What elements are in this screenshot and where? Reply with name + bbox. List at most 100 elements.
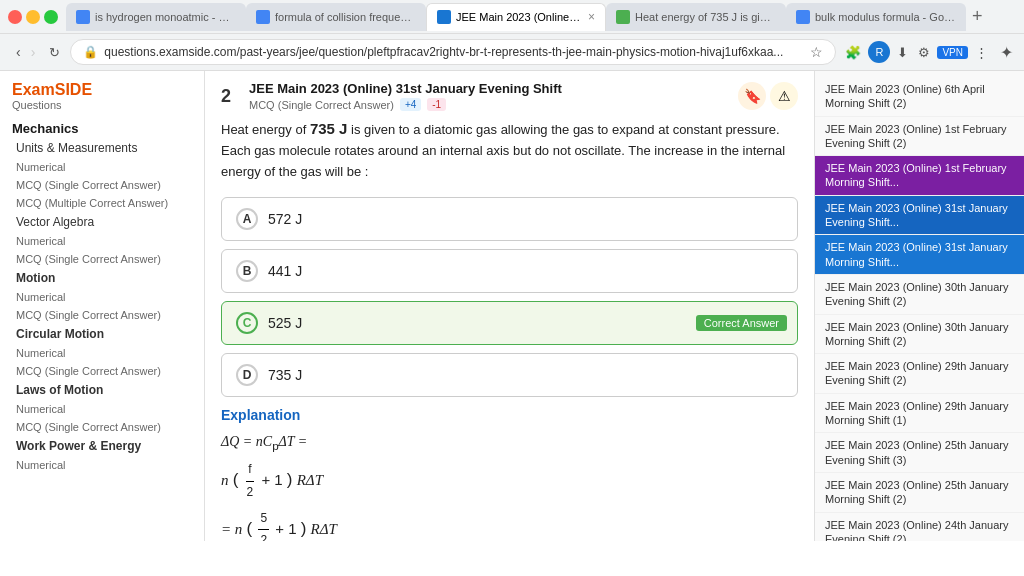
right-item-10[interactable]: JEE Main 2023 (Online) 25th January Morn… — [815, 473, 1024, 513]
sidebar-item-vector-algebra[interactable]: Vector Algebra — [0, 212, 204, 232]
question-meta: MCQ (Single Correct Answer) +4 -1 — [249, 98, 562, 111]
question-text-before: Heat energy of — [221, 122, 310, 137]
question-number: 2 — [221, 86, 241, 107]
sidebar-item-numerical-5[interactable]: Numerical — [0, 400, 204, 418]
tab-label-5: bulk modulus formula - Google Sea... — [815, 11, 956, 23]
lock-icon: 🔒 — [83, 45, 98, 59]
content-area: 2 JEE Main 2023 (Online) 31st January Ev… — [205, 71, 814, 541]
sidebar-header: ExamSIDE Questions — [0, 71, 204, 115]
right-item-9[interactable]: JEE Main 2023 (Online) 25th January Even… — [815, 433, 1024, 473]
tab-favicon-5 — [796, 10, 810, 24]
option-a[interactable]: A 572 J — [221, 197, 798, 241]
nav-arrows: ‹ › — [12, 42, 39, 62]
menu-button[interactable]: ⋮ — [972, 42, 991, 63]
sidebar: ExamSIDE Questions Mechanics Units & Mea… — [0, 71, 205, 541]
math-line-1: ΔQ = nCpΔT = — [221, 429, 798, 456]
sidebar-item-numerical-2[interactable]: Numerical — [0, 232, 204, 250]
option-d-text: 735 J — [268, 367, 302, 383]
main-layout: ExamSIDE Questions Mechanics Units & Mea… — [0, 71, 1024, 541]
reload-button[interactable]: ↻ — [45, 43, 64, 62]
tab-bar: is hydrogen monoatmic - Google S... form… — [0, 0, 1024, 34]
settings-icon[interactable]: ⚙ — [915, 42, 933, 63]
option-c-text: 525 J — [268, 315, 302, 331]
right-item-1[interactable]: JEE Main 2023 (Online) 1st February Even… — [815, 117, 1024, 157]
option-b[interactable]: B 441 J — [221, 249, 798, 293]
bookmark-icon[interactable]: ☆ — [810, 44, 823, 60]
browser-tab-5[interactable]: bulk modulus formula - Google Sea... — [786, 3, 966, 31]
sidebar-sub: Questions — [12, 99, 192, 111]
tab-label-4: Heat energy of 735 J is given to a di... — [635, 11, 776, 23]
option-a-text: 572 J — [268, 211, 302, 227]
browser-tab-1[interactable]: is hydrogen monoatmic - Google S... — [66, 3, 246, 31]
option-a-label: A — [236, 208, 258, 230]
address-bar-row: ‹ › ↻ 🔒 questions.examside.com/past-year… — [0, 34, 1024, 70]
tab-label-1: is hydrogen monoatmic - Google S... — [95, 11, 236, 23]
option-c[interactable]: C 525 J Correct Answer — [221, 301, 798, 345]
address-bar[interactable]: 🔒 questions.examside.com/past-years/jee/… — [70, 39, 836, 65]
maximize-button[interactable] — [44, 10, 58, 24]
downloads-icon[interactable]: ⬇ — [894, 42, 911, 63]
right-panel: JEE Main 2023 (Online) 6th April Morning… — [814, 71, 1024, 541]
sidebar-item-motion[interactable]: Motion — [0, 268, 204, 288]
extensions-icon[interactable]: 🧩 — [842, 42, 864, 63]
question-header: 2 JEE Main 2023 (Online) 31st January Ev… — [221, 81, 798, 111]
browser-chrome: is hydrogen monoatmic - Google S... form… — [0, 0, 1024, 71]
close-button[interactable] — [8, 10, 22, 24]
right-item-0[interactable]: JEE Main 2023 (Online) 6th April Morning… — [815, 77, 1024, 117]
option-b-text: 441 J — [268, 263, 302, 279]
sidebar-brand: ExamSIDE — [12, 81, 192, 99]
sidebar-item-work-power-energy[interactable]: Work Power & Energy — [0, 436, 204, 456]
right-item-11[interactable]: JEE Main 2023 (Online) 24th January Even… — [815, 513, 1024, 541]
alert-circle-icon[interactable]: ⚠ — [770, 82, 798, 110]
sidebar-item-numerical-1[interactable]: Numerical — [0, 158, 204, 176]
badge-negative: -1 — [427, 98, 446, 111]
right-item-7[interactable]: JEE Main 2023 (Online) 29th January Even… — [815, 354, 1024, 394]
right-item-3[interactable]: JEE Main 2023 (Online) 31st January Even… — [815, 196, 1024, 236]
sidebar-item-mcq-single-3[interactable]: MCQ (Single Correct Answer) — [0, 306, 204, 324]
sidebar-item-units[interactable]: Units & Measurements — [0, 138, 204, 158]
icons-right: 🔖 ⚠ — [738, 82, 798, 110]
correct-answer-badge: Correct Answer — [696, 315, 787, 331]
sidebar-item-mcq-single-1[interactable]: MCQ (Single Correct Answer) — [0, 176, 204, 194]
math-line-3: = n ( 5 2 + 1 ) RΔT — [221, 508, 798, 541]
profile-icon[interactable]: R — [868, 41, 890, 63]
right-item-8[interactable]: JEE Main 2023 (Online) 29th January Morn… — [815, 394, 1024, 434]
badge-positive: +4 — [400, 98, 421, 111]
question-type: MCQ (Single Correct Answer) — [249, 99, 394, 111]
sidebar-item-circular-motion[interactable]: Circular Motion — [0, 324, 204, 344]
math-line-2: n ( f 2 + 1 ) RΔT — [221, 459, 798, 503]
new-tab-button[interactable]: + — [966, 6, 989, 27]
option-d-label: D — [236, 364, 258, 386]
question-text: Heat energy of 735 J is given to a diato… — [221, 117, 798, 183]
tab-label-3: JEE Main 2023 (Online) 1st Feb... — [456, 11, 581, 23]
sidebar-item-numerical-4[interactable]: Numerical — [0, 344, 204, 362]
vpn-badge: VPN — [937, 46, 968, 59]
browser-tab-2[interactable]: formula of collision frequency - Goo... — [246, 3, 426, 31]
tab-label-2: formula of collision frequency - Goo... — [275, 11, 416, 23]
sidebar-item-laws-of-motion[interactable]: Laws of Motion — [0, 380, 204, 400]
browser-tab-4[interactable]: Heat energy of 735 J is given to a di... — [606, 3, 786, 31]
tab-close-3[interactable]: × — [588, 10, 595, 24]
forward-button[interactable]: › — [27, 42, 40, 62]
back-button[interactable]: ‹ — [12, 42, 25, 62]
sidebar-item-mcq-single-4[interactable]: MCQ (Single Correct Answer) — [0, 362, 204, 380]
sidebar-item-mcq-multiple[interactable]: MCQ (Multiple Correct Answer) — [0, 194, 204, 212]
option-d[interactable]: D 735 J — [221, 353, 798, 397]
minimize-button[interactable] — [26, 10, 40, 24]
right-item-2[interactable]: JEE Main 2023 (Online) 1st February Morn… — [815, 156, 1024, 196]
question-highlight: 735 J — [310, 120, 348, 137]
bookmark-circle-icon[interactable]: 🔖 — [738, 82, 766, 110]
right-item-6[interactable]: JEE Main 2023 (Online) 30th January Morn… — [815, 315, 1024, 355]
sidebar-item-numerical-6[interactable]: Numerical — [0, 456, 204, 474]
explanation-title: Explanation — [221, 407, 798, 423]
tab-favicon-2 — [256, 10, 270, 24]
tab-favicon-3 — [437, 10, 451, 24]
sidebar-item-numerical-3[interactable]: Numerical — [0, 288, 204, 306]
sidebar-item-mcq-single-5[interactable]: MCQ (Single Correct Answer) — [0, 418, 204, 436]
right-item-5[interactable]: JEE Main 2023 (Online) 30th January Even… — [815, 275, 1024, 315]
tab-favicon-1 — [76, 10, 90, 24]
theme-toggle[interactable]: ✦ — [997, 40, 1016, 65]
right-item-4[interactable]: JEE Main 2023 (Online) 31st January Morn… — [815, 235, 1024, 275]
browser-tab-3[interactable]: JEE Main 2023 (Online) 1st Feb... × — [426, 3, 606, 31]
sidebar-item-mcq-single-2[interactable]: MCQ (Single Correct Answer) — [0, 250, 204, 268]
